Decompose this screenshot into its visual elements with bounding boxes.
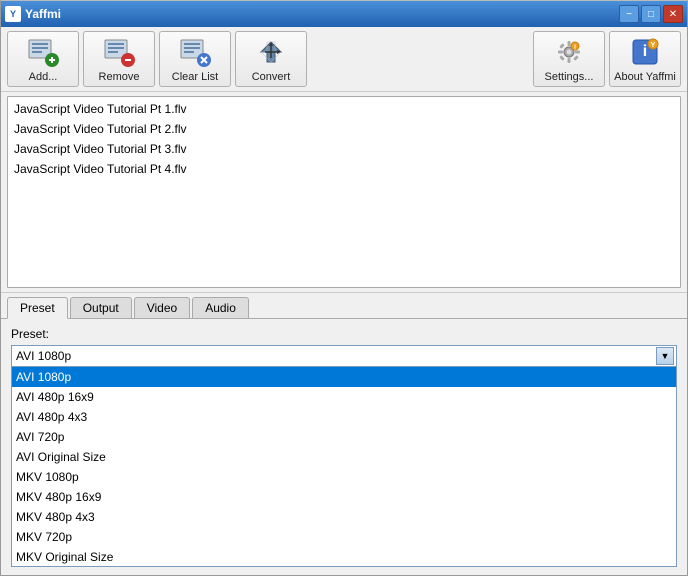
about-label: About Yaffmi [614, 71, 676, 83]
app-icon: Y [5, 6, 21, 22]
preset-option[interactable]: AVI Original Size [12, 447, 676, 467]
preset-dropdown-list[interactable]: AVI 1080pAVI 480p 16x9AVI 480p 4x3AVI 72… [11, 367, 677, 567]
about-icon: i Y [629, 36, 661, 68]
remove-icon [103, 36, 135, 68]
preset-selected-value: AVI 1080p [16, 349, 71, 363]
preset-option[interactable]: MKV 720p [12, 527, 676, 547]
preset-option[interactable]: MKV 1080p [12, 467, 676, 487]
settings-button[interactable]: ! Settings... [533, 31, 605, 87]
clear-list-icon [179, 36, 211, 68]
preset-option[interactable]: AVI 720p [12, 427, 676, 447]
bottom-panel: PresetOutputVideoAudio Preset: AVI 1080p… [1, 292, 687, 575]
preset-label: Preset: [11, 327, 677, 341]
preset-dropdown-wrapper: AVI 1080p ▼ AVI 1080pAVI 480p 16x9AVI 48… [11, 345, 677, 567]
preset-option[interactable]: MKV 480p 4x3 [12, 507, 676, 527]
preset-select-display[interactable]: AVI 1080p ▼ [11, 345, 677, 367]
about-button[interactable]: i Y About Yaffmi [609, 31, 681, 87]
maximize-button[interactable]: □ [641, 5, 661, 23]
settings-icon: ! [553, 36, 585, 68]
title-bar: Y Yaffmi − □ ✕ [1, 1, 687, 27]
file-item[interactable]: JavaScript Video Tutorial Pt 1.flv [10, 99, 678, 119]
preset-option[interactable]: AVI 480p 4x3 [12, 407, 676, 427]
minimize-button[interactable]: − [619, 5, 639, 23]
main-window: Y Yaffmi − □ ✕ Add... [0, 0, 688, 576]
add-icon [27, 36, 59, 68]
preset-option[interactable]: MKV 480p 16x9 [12, 487, 676, 507]
svg-text:!: ! [574, 44, 576, 51]
toolbar: Add... Remove [1, 27, 687, 92]
close-button[interactable]: ✕ [663, 5, 683, 23]
dropdown-arrow-icon: ▼ [656, 347, 674, 365]
convert-label: Convert [252, 71, 291, 83]
clear-list-button[interactable]: Clear List [159, 31, 231, 87]
convert-button[interactable]: Convert [235, 31, 307, 87]
convert-icon [255, 36, 287, 68]
tab-bar: PresetOutputVideoAudio [1, 293, 687, 319]
window-title: Yaffmi [25, 7, 619, 21]
file-item[interactable]: JavaScript Video Tutorial Pt 2.flv [10, 119, 678, 139]
preset-option[interactable]: AVI 1080p [12, 367, 676, 387]
preset-option[interactable]: MKV Original Size [12, 547, 676, 567]
svg-text:i: i [643, 43, 647, 60]
tab-audio[interactable]: Audio [192, 297, 249, 318]
file-item[interactable]: JavaScript Video Tutorial Pt 4.flv [10, 159, 678, 179]
settings-label: Settings... [545, 71, 594, 83]
tab-content-preset: Preset: AVI 1080p ▼ AVI 1080pAVI 480p 16… [1, 319, 687, 575]
tab-preset[interactable]: Preset [7, 297, 68, 319]
clear-list-label: Clear List [172, 71, 218, 83]
tab-video[interactable]: Video [134, 297, 190, 318]
file-list[interactable]: JavaScript Video Tutorial Pt 1.flvJavaSc… [7, 96, 681, 288]
window-controls: − □ ✕ [619, 5, 683, 23]
svg-text:Y: Y [651, 42, 656, 49]
remove-label: Remove [99, 71, 140, 83]
preset-option[interactable]: AVI 480p 16x9 [12, 387, 676, 407]
add-label: Add... [29, 71, 58, 83]
file-item[interactable]: JavaScript Video Tutorial Pt 3.flv [10, 139, 678, 159]
remove-button[interactable]: Remove [83, 31, 155, 87]
add-button[interactable]: Add... [7, 31, 79, 87]
tab-output[interactable]: Output [70, 297, 132, 318]
